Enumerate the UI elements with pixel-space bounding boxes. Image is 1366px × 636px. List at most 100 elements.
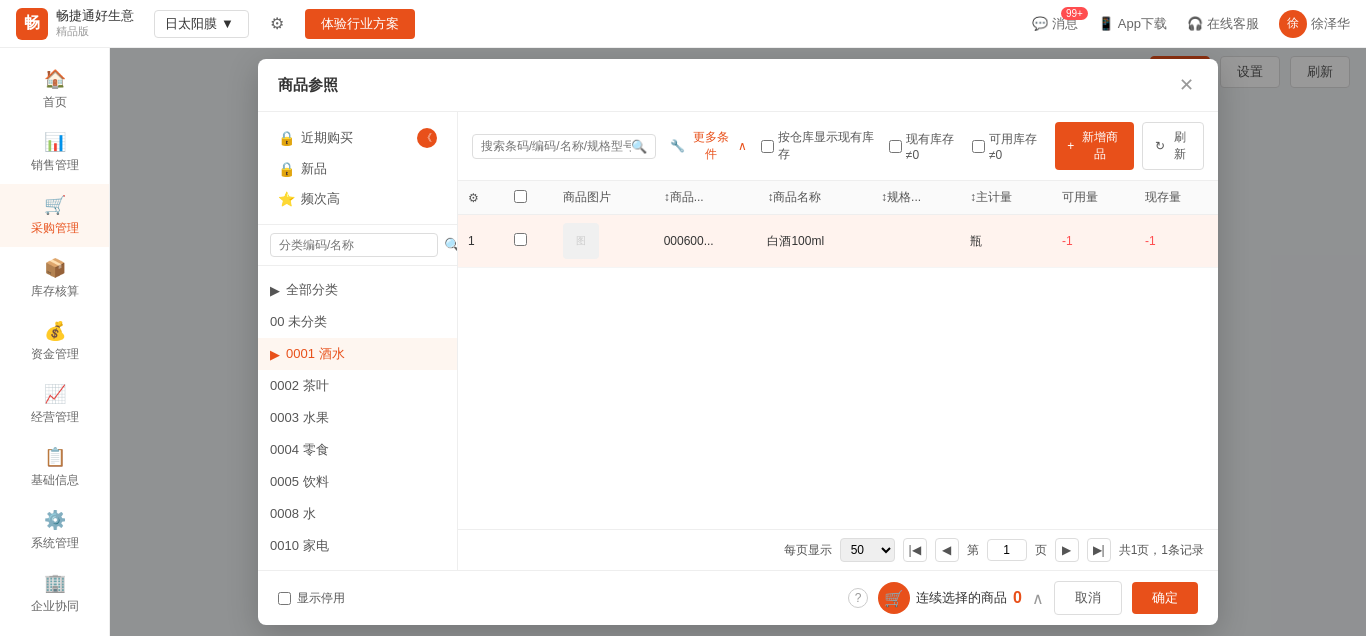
category-0005[interactable]: 0005 饮料: [258, 466, 457, 498]
sidebar-item-enterprise[interactable]: 🏢 企业协同: [0, 562, 109, 625]
page-size-select[interactable]: 50 10 20 100: [840, 538, 895, 562]
category-0003[interactable]: 0003 水果: [258, 402, 457, 434]
modal-close-btn[interactable]: ✕: [1174, 73, 1198, 97]
row-img: 图: [553, 215, 654, 268]
col-code-header[interactable]: ↕商品...: [654, 181, 758, 215]
page-label: 第: [967, 542, 979, 559]
cart-count: 0: [1013, 589, 1022, 607]
category-0004-label: 0004 零食: [270, 441, 329, 459]
col-name-sort-icon: ↕: [767, 190, 773, 204]
sidebar-item-inventory[interactable]: 📦 库存核算: [0, 247, 109, 310]
col-name-header[interactable]: ↕商品名称: [757, 181, 871, 215]
trial-btn[interactable]: 体验行业方案: [305, 9, 415, 39]
row-select-checkbox[interactable]: [514, 233, 527, 246]
show-disabled-checkbox[interactable]: [278, 592, 291, 605]
sidebar-item-home[interactable]: 🏠 首页: [0, 58, 109, 121]
refresh-btn-label: 刷新: [1169, 129, 1191, 163]
sidebar-item-guide[interactable]: 🆕 新手引导: [0, 625, 109, 636]
col-checkbox[interactable]: [504, 181, 553, 215]
product-img: 图: [563, 223, 599, 259]
online-service-btn[interactable]: 🎧 在线客服: [1187, 15, 1259, 33]
cart-icon[interactable]: 🛒: [878, 582, 910, 614]
top-nav: 畅 畅捷通好生意 精品版 日太阳膜 ▼ ⚙ 体验行业方案 💬 消息 99+ 📱 …: [0, 0, 1366, 48]
category-0002[interactable]: 0002 茶叶: [258, 370, 457, 402]
checkbox-usable-label[interactable]: 可用库存≠0: [972, 131, 1047, 162]
page-number-input[interactable]: [987, 539, 1027, 561]
category-search-input[interactable]: [270, 233, 438, 257]
product-search-icon[interactable]: 🔍: [631, 139, 647, 154]
collapse-left-btn[interactable]: 《: [417, 128, 437, 148]
sidebar-item-sales[interactable]: 📊 销售管理: [0, 121, 109, 184]
col-spec-header[interactable]: ↕规格...: [871, 181, 960, 215]
quick-access: 🔒 近期购买 《 🔒 新品 ⭐ 频次高: [258, 112, 457, 225]
checkbox-available[interactable]: [889, 140, 902, 153]
category-list: ▶ 全部分类 00 未分类 ▶ 0001 酒水 0002 茶: [258, 266, 457, 570]
basic-icon: 📋: [44, 446, 66, 468]
checkbox-available-label[interactable]: 现有库存≠0: [889, 131, 964, 162]
checkbox-usable-text: 可用库存≠0: [989, 131, 1047, 162]
modal-left-panel: 🔒 近期购买 《 🔒 新品 ⭐ 频次高: [258, 112, 458, 570]
page-size-label: 每页显示: [784, 542, 832, 559]
app-download-label: App下载: [1118, 15, 1167, 33]
sidebar-item-system[interactable]: ⚙️ 系统管理: [0, 499, 109, 562]
row-checkbox[interactable]: [504, 215, 553, 268]
col-unit-header[interactable]: ↕主计量: [960, 181, 1052, 215]
category-all-arrow-icon: ▶: [270, 283, 280, 298]
last-page-btn[interactable]: ▶|: [1087, 538, 1111, 562]
category-0001[interactable]: ▶ 0001 酒水: [258, 338, 457, 370]
sidebar-item-purchase[interactable]: 🛒 采购管理: [0, 184, 109, 247]
sidebar-item-basic[interactable]: 📋 基础信息: [0, 436, 109, 499]
add-btn-label: 新增商品: [1078, 129, 1122, 163]
category-00[interactable]: 00 未分类: [258, 306, 457, 338]
category-0010-label: 0010 家电: [270, 537, 329, 555]
page-label2: 页: [1035, 542, 1047, 559]
category-0004[interactable]: 0004 零食: [258, 434, 457, 466]
quick-frequent[interactable]: ⭐ 频次高: [270, 184, 445, 214]
show-disabled-label[interactable]: 显示停用: [278, 590, 345, 607]
refresh-icon: ↻: [1155, 139, 1165, 153]
product-search-input[interactable]: [481, 139, 631, 153]
sidebar-item-finance[interactable]: 💰 资金管理: [0, 310, 109, 373]
confirm-btn[interactable]: 确定: [1132, 582, 1198, 614]
first-page-btn[interactable]: |◀: [903, 538, 927, 562]
collapse-up-icon[interactable]: ∧: [1032, 589, 1044, 608]
messages-btn[interactable]: 💬 消息 99+: [1032, 15, 1078, 33]
operation-icon: 📈: [44, 383, 66, 405]
checkbox-usable[interactable]: [972, 140, 985, 153]
category-0008[interactable]: 0008 水: [258, 498, 457, 530]
row-unit: 瓶: [960, 215, 1052, 268]
select-all-checkbox[interactable]: [514, 190, 527, 203]
col-code-sort-icon: ↕: [664, 190, 670, 204]
row-code: 000600...: [654, 215, 758, 268]
store-selector[interactable]: 日太阳膜 ▼: [154, 10, 249, 38]
prev-page-btn[interactable]: ◀: [935, 538, 959, 562]
category-0010[interactable]: 0010 家电: [258, 530, 457, 562]
add-product-btn[interactable]: + 新增商品: [1055, 122, 1134, 170]
app-download-btn[interactable]: 📱 App下载: [1098, 15, 1167, 33]
filter-more-btn[interactable]: 🔧 更多条件 ∧: [664, 125, 753, 167]
continuous-select-label: 连续选择的商品: [916, 589, 1007, 607]
next-page-btn[interactable]: ▶: [1055, 538, 1079, 562]
cancel-btn[interactable]: 取消: [1054, 581, 1122, 615]
category-0005-label: 0005 饮料: [270, 473, 329, 491]
table-row[interactable]: 1 图 000600... 白酒100ml 瓶: [458, 215, 1218, 268]
toolbar-right: + 新增商品 ↻ 刷新: [1055, 122, 1204, 170]
settings-icon[interactable]: ⚙: [261, 8, 293, 40]
sidebar-label-basic: 基础信息: [31, 472, 79, 489]
category-0001-label: 0001 酒水: [286, 345, 345, 363]
checkbox-warehouse[interactable]: [761, 140, 774, 153]
user-profile-btn[interactable]: 徐 徐泽华: [1279, 10, 1350, 38]
nav-right: 💬 消息 99+ 📱 App下载 🎧 在线客服 徐 徐泽华: [1032, 10, 1350, 38]
sidebar-item-operation[interactable]: 📈 经营管理: [0, 373, 109, 436]
category-search-icon[interactable]: 🔍: [444, 237, 458, 253]
product-table: ⚙ 商品图片 ↕商品... ↕商品名称: [458, 181, 1218, 268]
checkbox-warehouse-label[interactable]: 按仓库显示现有库存: [761, 129, 881, 163]
row-num: 1: [458, 215, 504, 268]
category-all[interactable]: ▶ 全部分类: [258, 274, 457, 306]
quick-recent[interactable]: 🔒 近期购买 《: [270, 122, 445, 154]
refresh-btn[interactable]: ↻ 刷新: [1142, 122, 1204, 170]
quick-new[interactable]: 🔒 新品: [270, 154, 445, 184]
help-icon[interactable]: ?: [848, 588, 868, 608]
col-settings[interactable]: ⚙: [458, 181, 504, 215]
sidebar-label-finance: 资金管理: [31, 346, 79, 363]
